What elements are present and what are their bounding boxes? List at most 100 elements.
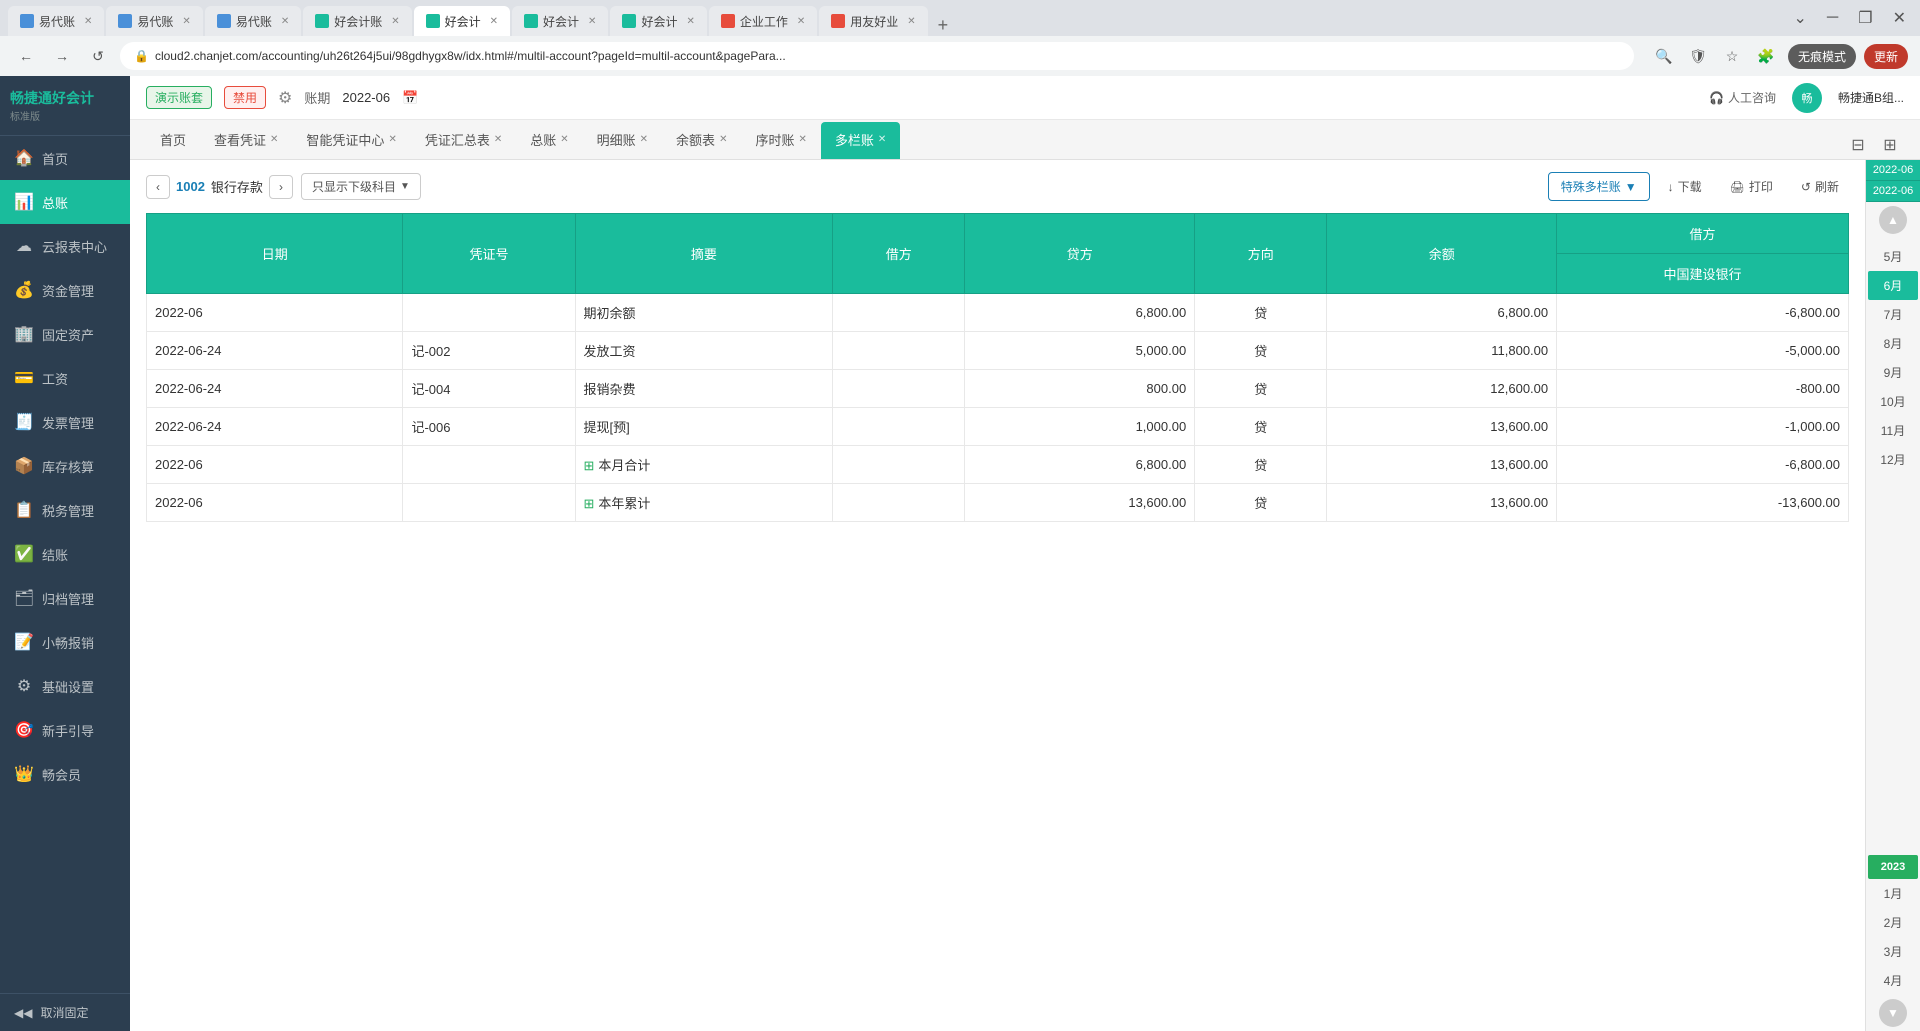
tab-close-7[interactable]: ✕ — [686, 16, 694, 27]
nav-tab-detail-ledger[interactable]: 明细账 ✕ — [583, 122, 662, 159]
nav-tab-dl-close[interactable]: ✕ — [640, 134, 648, 145]
sidebar-item-inventory[interactable]: 📦 库存核算 — [0, 444, 130, 488]
nav-tab-multi-column[interactable]: 多栏账 ✕ — [821, 122, 900, 159]
month-item[interactable]: 11月 — [1866, 416, 1920, 445]
back-button[interactable]: ← — [12, 42, 40, 70]
tab-close-4[interactable]: ✕ — [391, 16, 399, 27]
logo-sub: 标准版 — [10, 108, 120, 123]
tab-close-2[interactable]: ✕ — [182, 16, 190, 27]
sidebar-item-home[interactable]: 🏠 首页 — [0, 136, 130, 180]
shield-icon-btn[interactable]: 🛡 — [1684, 42, 1712, 70]
sidebar-item-expense[interactable]: 📝 小畅报销 — [0, 620, 130, 664]
month-item[interactable]: 8月 — [1866, 329, 1920, 358]
table-row: 2022-06-24 记-006 提现[预] 1,000.00 贷 13,600… — [147, 408, 1849, 446]
nav-tab-vsum-close[interactable]: ✕ — [494, 134, 502, 145]
unpin-button[interactable]: ◀◀ 取消固定 — [0, 994, 130, 1031]
star-icon-btn[interactable]: ☆ — [1718, 42, 1746, 70]
sidebar-item-closing[interactable]: ✅ 结账 — [0, 532, 130, 576]
sidebar-item-tax[interactable]: 📋 税务管理 — [0, 488, 130, 532]
month-item[interactable]: 5月 — [1866, 242, 1920, 271]
sidebar-item-assets[interactable]: 🏢 固定资产 — [0, 312, 130, 356]
tab-label-5: 好会计 — [445, 13, 481, 30]
month-item-2023[interactable]: 1月 — [1866, 879, 1920, 908]
extensions-icon-btn[interactable]: 🧩 — [1752, 42, 1780, 70]
sidebar-item-cash[interactable]: 💰 资金管理 — [0, 268, 130, 312]
month-item-2023[interactable]: 4月 — [1866, 966, 1920, 995]
nav-tab-voucher-summary[interactable]: 凭证汇总表 ✕ — [411, 122, 516, 159]
tab-haokuaiji-4[interactable]: 好会计 ✕ — [610, 6, 706, 36]
sidebar-item-ledger[interactable]: 📊 总账 — [0, 180, 130, 224]
month-item[interactable]: 10月 — [1866, 387, 1920, 416]
unpin-label: 取消固定 — [40, 1004, 88, 1021]
sidebar-item-reports[interactable]: ☁ 云报表中心 — [0, 224, 130, 268]
month-item-2023[interactable]: 3月 — [1866, 937, 1920, 966]
address-input[interactable]: 🔒 cloud2.chanjet.com/accounting/uh26t264… — [120, 42, 1634, 70]
tab-yongyou[interactable]: 用友好业 ✕ — [819, 6, 927, 36]
prev-account-button[interactable]: ‹ — [146, 175, 170, 199]
month-scroll-up-button[interactable]: ▲ — [1879, 206, 1907, 234]
cell-voucher-1[interactable]: 记-002 — [403, 332, 575, 370]
forward-button[interactable]: → — [48, 42, 76, 70]
tab-haokuaiji-1[interactable]: 好会计账 ✕ — [303, 6, 411, 36]
tab-close-9[interactable]: ✕ — [907, 16, 915, 27]
tab-close-8[interactable]: ✕ — [797, 16, 805, 27]
no-trace-button[interactable]: 无痕模式 — [1788, 44, 1856, 69]
disabled-badge[interactable]: 禁用 — [224, 86, 266, 109]
expand-panel-button[interactable]: ⊞ — [1876, 131, 1904, 159]
download-button[interactable]: ↓ 下载 — [1658, 173, 1712, 200]
month-item[interactable]: 9月 — [1866, 358, 1920, 387]
cell-voucher-2[interactable]: 记-004 — [403, 370, 575, 408]
sidebar-item-invoice[interactable]: 🧾 发票管理 — [0, 400, 130, 444]
month-item[interactable]: 6月 — [1868, 271, 1918, 300]
new-tab-button[interactable]: + — [930, 15, 957, 36]
minimize-button[interactable]: ─ — [1821, 7, 1844, 29]
tab-yidazhang-3[interactable]: 易代账 ✕ — [205, 6, 301, 36]
tab-yidazhang-1[interactable]: 易代账 ✕ — [8, 6, 104, 36]
nav-tab-home[interactable]: 首页 — [146, 122, 200, 159]
month-item[interactable]: 12月 — [1866, 445, 1920, 474]
sidebar-item-settings[interactable]: ⚙ 基础设置 — [0, 664, 130, 708]
nav-tab-smart-close[interactable]: ✕ — [388, 134, 396, 145]
restore-button[interactable]: ❐ — [1852, 6, 1878, 30]
sidebar-item-archive[interactable]: 🗂 归档管理 — [0, 576, 130, 620]
nav-tab-smart-voucher[interactable]: 智能凭证中心 ✕ — [292, 122, 410, 159]
tab-close-5[interactable]: ✕ — [490, 16, 498, 27]
special-column-button[interactable]: 特殊多栏账 ▼ — [1548, 172, 1650, 201]
tab-close-1[interactable]: ✕ — [84, 16, 92, 27]
nav-tab-balance[interactable]: 余额表 ✕ — [662, 122, 741, 159]
refresh-button[interactable]: ↺ 刷新 — [1791, 173, 1849, 200]
nav-tab-general-ledger[interactable]: 总账 ✕ — [516, 122, 582, 159]
cell-voucher-3[interactable]: 记-006 — [403, 408, 575, 446]
next-account-button[interactable]: › — [269, 175, 293, 199]
search-icon-btn[interactable]: 🔍 — [1650, 42, 1678, 70]
close-window-button[interactable]: ✕ — [1887, 6, 1912, 30]
tab-haokuaiji-2-active[interactable]: 好会计 ✕ — [414, 6, 510, 36]
topbar-settings-icon[interactable]: ⚙ — [278, 88, 292, 108]
update-button[interactable]: 更新 — [1864, 44, 1908, 69]
tab-yidazhang-2[interactable]: 易代账 ✕ — [106, 6, 202, 36]
sidebar-item-salary[interactable]: 💳 工资 — [0, 356, 130, 400]
nav-tab-gl-close[interactable]: ✕ — [560, 134, 568, 145]
print-button[interactable]: 🖨 打印 — [1720, 173, 1783, 200]
month-item[interactable]: 7月 — [1866, 300, 1920, 329]
collapse-panel-button[interactable]: ⊟ — [1844, 131, 1872, 159]
tab-close-3[interactable]: ✕ — [281, 16, 289, 27]
help-button[interactable]: 🎧 人工咨询 — [1709, 89, 1776, 106]
nav-tab-bal-close[interactable]: ✕ — [719, 134, 727, 145]
month-scroll-down-button[interactable]: ▼ — [1879, 999, 1907, 1027]
filter-dropdown-button[interactable]: 只显示下级科目 ▼ — [301, 173, 421, 200]
tab-qiyegongzuo[interactable]: 企业工作 ✕ — [709, 6, 817, 36]
nav-tab-sequence[interactable]: 序时账 ✕ — [741, 122, 820, 159]
refresh-button[interactable]: ↺ — [84, 42, 112, 70]
tab-list-button[interactable]: ⌄ — [1788, 6, 1813, 30]
sidebar-item-guide[interactable]: 🎯 新手引导 — [0, 708, 130, 752]
tab-haokuaiji-3[interactable]: 好会计 ✕ — [512, 6, 608, 36]
nav-tab-voucher[interactable]: 查看凭证 ✕ — [200, 122, 292, 159]
sidebar-item-member[interactable]: 👑 畅会员 — [0, 752, 130, 796]
nav-tab-seq-close[interactable]: ✕ — [798, 134, 806, 145]
calendar-icon[interactable]: 📅 — [402, 90, 418, 106]
nav-tab-mc-close[interactable]: ✕ — [878, 134, 886, 145]
nav-tab-voucher-close[interactable]: ✕ — [270, 134, 278, 145]
month-item-2023[interactable]: 2月 — [1866, 908, 1920, 937]
tab-close-6[interactable]: ✕ — [588, 16, 596, 27]
